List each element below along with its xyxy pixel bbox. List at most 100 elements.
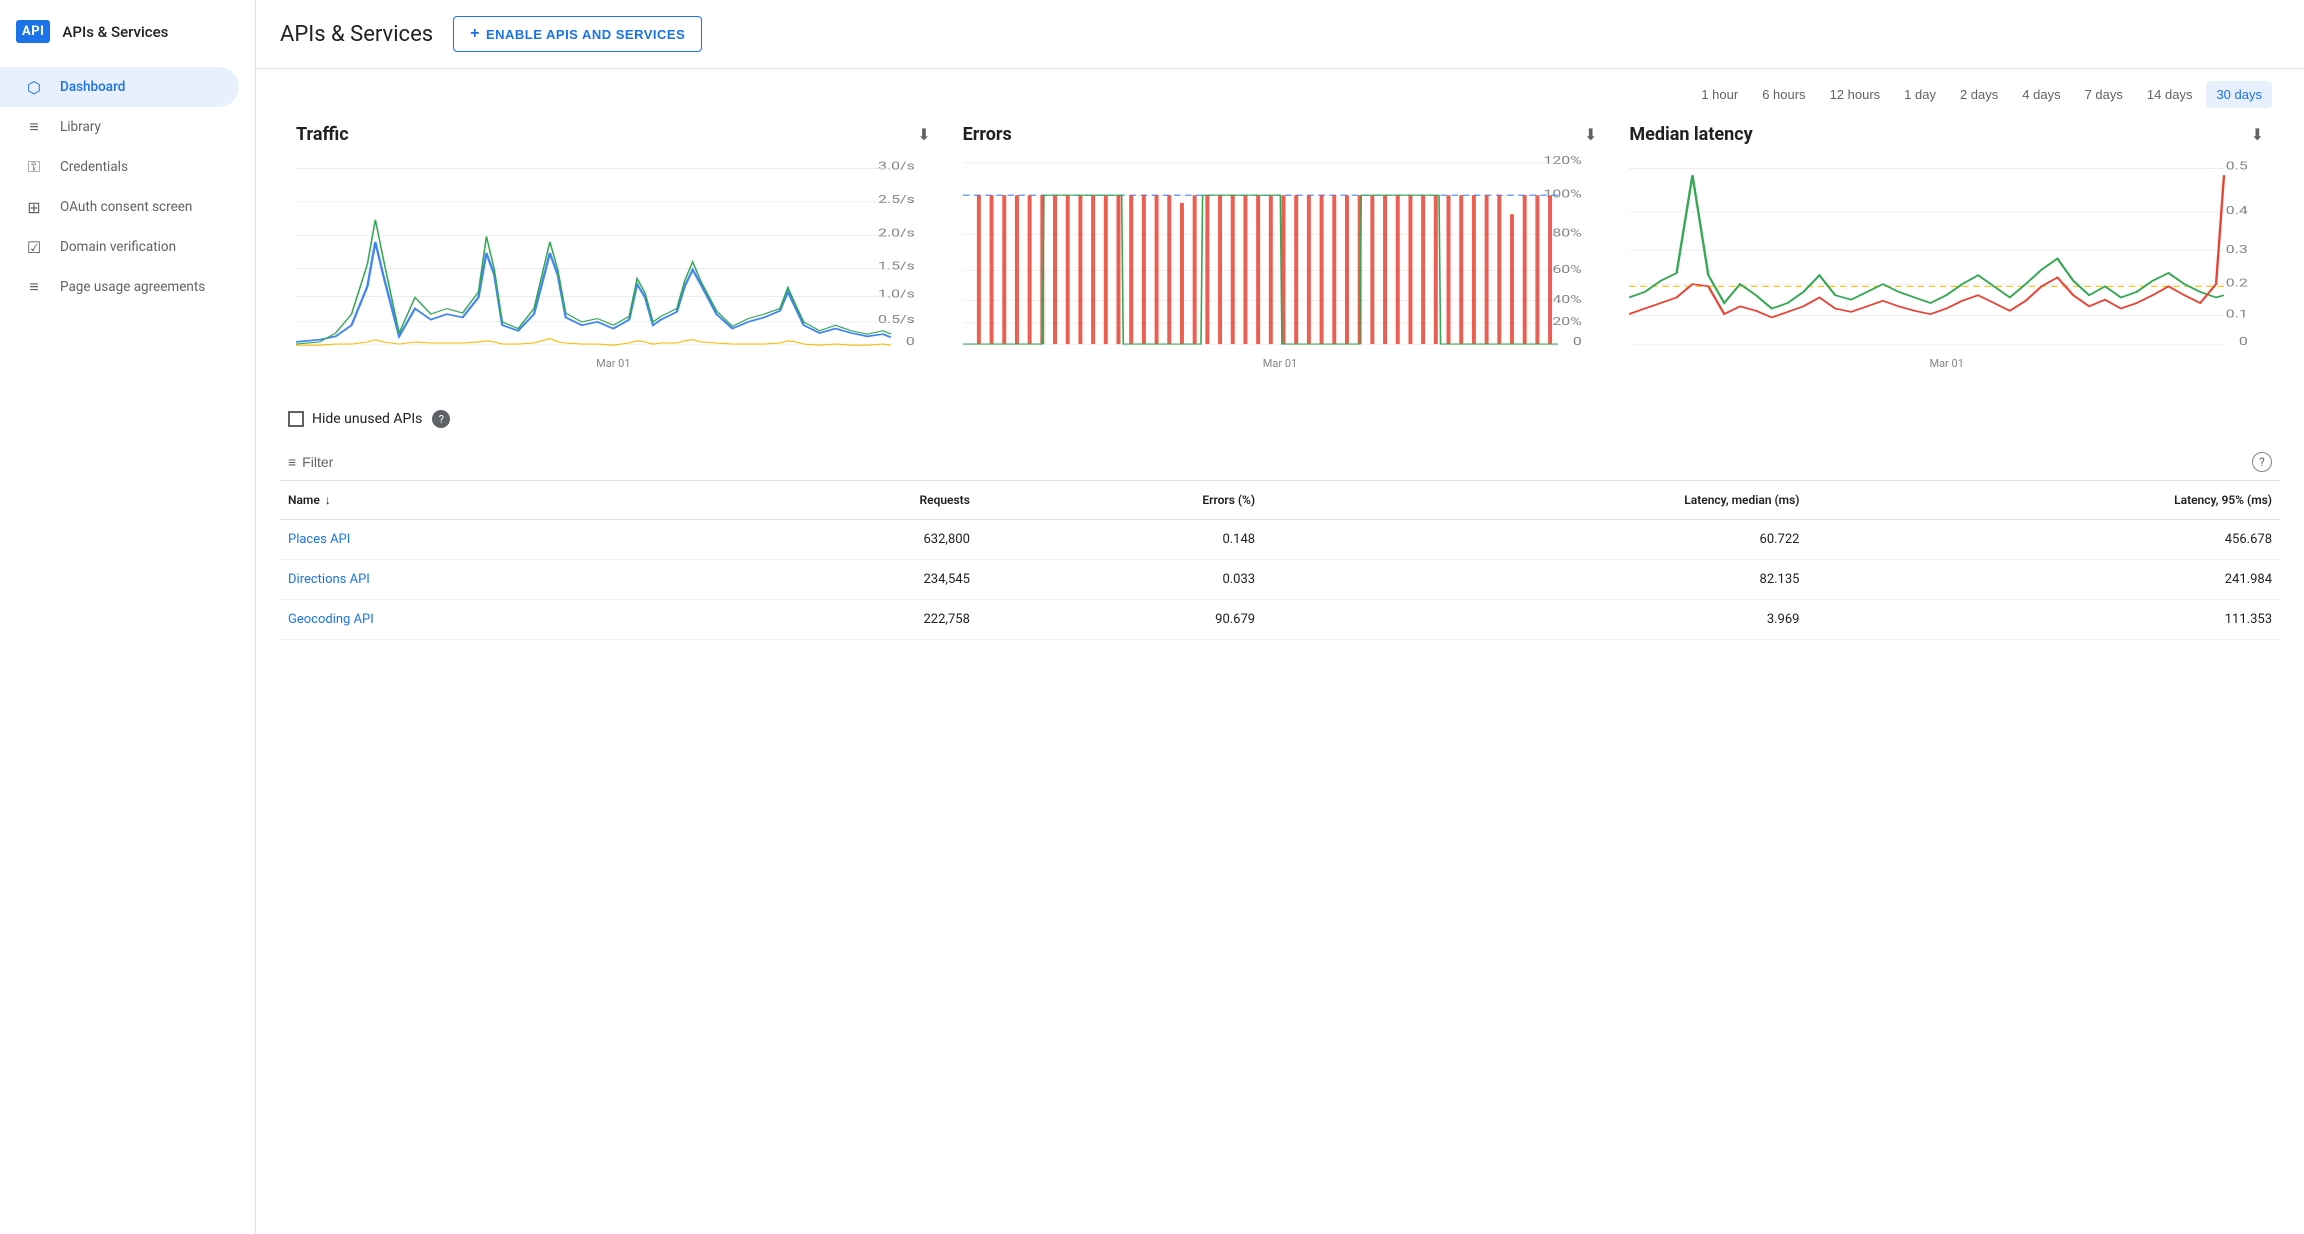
traffic-chart-svg: 3.0/s 2.5/s 2.0/s 1.5/s 1.0/s 0.5/s 0 — [296, 153, 931, 353]
api-latency-95-cell: 111.353 — [1807, 600, 2280, 640]
hide-unused-text: Hide unused APIs — [312, 411, 422, 427]
time-btn-12-hours[interactable]: 12 hours — [1820, 81, 1891, 108]
svg-text:80%: 80% — [1552, 227, 1581, 240]
time-btn-14-days[interactable]: 14 days — [2137, 81, 2203, 108]
filter-row: Hide unused APIs ? — [256, 394, 2304, 444]
hide-unused-label[interactable]: Hide unused APIs — [288, 411, 422, 427]
col-latency-median: Latency, median (ms) — [1263, 481, 1807, 520]
api-errors-cell: 90.679 — [978, 600, 1263, 640]
library-icon: ≡ — [24, 117, 44, 137]
traffic-chart-container: Traffic ⬇ 3.0/s 2.5/s 2.0/s 1.5/s 1.0/s … — [280, 116, 947, 378]
sidebar-item-oauth[interactable]: ⊞ OAuth consent screen — [0, 187, 239, 227]
latency-chart-title: Median latency — [1629, 124, 1752, 145]
table-row: Places API 632,800 0.148 60.722 456.678 — [280, 520, 2280, 560]
sidebar-item-domain[interactable]: ☑ Domain verification — [0, 227, 239, 267]
oauth-icon: ⊞ — [24, 197, 44, 217]
sidebar-label-credentials: Credentials — [60, 159, 128, 175]
api-requests-cell: 222,758 — [702, 600, 977, 640]
charts-row: Traffic ⬇ 3.0/s 2.5/s 2.0/s 1.5/s 1.0/s … — [256, 116, 2304, 394]
time-btn-1-hour[interactable]: 1 hour — [1691, 81, 1748, 108]
latency-chart-date: Mar 01 — [1629, 357, 2264, 370]
sidebar-item-library[interactable]: ≡ Library — [0, 107, 239, 147]
svg-text:1.5/s: 1.5/s — [878, 260, 915, 273]
svg-text:2.0/s: 2.0/s — [878, 227, 915, 240]
errors-chart-title: Errors — [963, 124, 1012, 145]
hide-unused-checkbox[interactable] — [288, 411, 304, 427]
traffic-chart-header: Traffic ⬇ — [296, 124, 931, 145]
sidebar-item-credentials[interactable]: ⚿ Credentials — [0, 147, 239, 187]
svg-text:0.1: 0.1 — [2226, 308, 2248, 321]
errors-download-icon[interactable]: ⬇ — [1584, 125, 1597, 144]
dashboard-icon: ⬡ — [24, 77, 44, 97]
api-name-cell[interactable]: Directions API — [280, 560, 702, 600]
errors-chart-header: Errors ⬇ — [963, 124, 1598, 145]
api-table: Name ↓ Requests Errors (%) Latency, medi… — [280, 481, 2280, 640]
svg-text:0: 0 — [2239, 335, 2248, 348]
api-latency-median-cell: 3.969 — [1263, 600, 1807, 640]
col-errors: Errors (%) — [978, 481, 1263, 520]
filter-button[interactable]: ≡ Filter — [288, 454, 333, 470]
latency-download-icon[interactable]: ⬇ — [2251, 125, 2264, 144]
svg-text:0.5/s: 0.5/s — [878, 313, 915, 326]
main-content: APIs & Services + ENABLE APIS AND SERVIC… — [256, 0, 2304, 1234]
credentials-icon: ⚿ — [24, 157, 44, 177]
api-table-section: ≡ Filter ? Name ↓ Requests Errors (%) La… — [256, 444, 2304, 664]
time-btn-7-days[interactable]: 7 days — [2075, 81, 2133, 108]
page-usage-icon: ≡ — [24, 277, 44, 297]
table-header-row: Name ↓ Requests Errors (%) Latency, medi… — [280, 481, 2280, 520]
time-btn-6-hours[interactable]: 6 hours — [1752, 81, 1815, 108]
svg-text:0: 0 — [906, 335, 915, 348]
domain-icon: ☑ — [24, 237, 44, 257]
traffic-chart-title: Traffic — [296, 124, 349, 145]
time-btn-2-days[interactable]: 2 days — [1950, 81, 2008, 108]
api-requests-cell: 234,545 — [702, 560, 977, 600]
sidebar: API APIs & Services ⬡ Dashboard ≡ Librar… — [0, 0, 256, 1234]
time-range-bar: 1 hour6 hours12 hours1 day2 days4 days7 … — [256, 69, 2304, 116]
api-latency-95-cell: 241.984 — [1807, 560, 2280, 600]
traffic-chart-area: 3.0/s 2.5/s 2.0/s 1.5/s 1.0/s 0.5/s 0 — [296, 153, 931, 353]
time-btn-30-days[interactable]: 30 days — [2206, 81, 2272, 108]
api-logo: API — [16, 20, 50, 43]
filter-label: Filter — [302, 454, 333, 470]
svg-text:20%: 20% — [1552, 315, 1581, 328]
sidebar-app-title: APIs & Services — [62, 23, 168, 41]
sidebar-item-dashboard[interactable]: ⬡ Dashboard — [0, 67, 239, 107]
table-toolbar: ≡ Filter ? — [280, 444, 2280, 481]
col-latency-95: Latency, 95% (ms) — [1807, 481, 2280, 520]
col-requests: Requests — [702, 481, 977, 520]
traffic-download-icon[interactable]: ⬇ — [917, 125, 930, 144]
svg-text:1.0/s: 1.0/s — [878, 288, 915, 301]
page-title: APIs & Services — [280, 22, 433, 47]
api-latency-95-cell: 456.678 — [1807, 520, 2280, 560]
latency-chart-container: Median latency ⬇ 0.5 0.4 0.3 0.2 0.1 0 — [1613, 116, 2280, 378]
errors-chart-container: Errors ⬇ 120% 100% 80% 60% 40% 20% 0 — [947, 116, 1614, 378]
errors-chart-date: Mar 01 — [963, 357, 1598, 370]
time-btn-1-day[interactable]: 1 day — [1894, 81, 1946, 108]
svg-text:0.5: 0.5 — [2226, 160, 2248, 173]
table-help-icon[interactable]: ? — [2252, 452, 2272, 472]
filter-icon: ≡ — [288, 454, 296, 470]
enable-apis-button[interactable]: + ENABLE APIS AND SERVICES — [453, 16, 702, 52]
api-errors-cell: 0.148 — [978, 520, 1263, 560]
api-latency-median-cell: 60.722 — [1263, 520, 1807, 560]
sidebar-label-library: Library — [60, 119, 101, 135]
svg-text:0.4: 0.4 — [2226, 204, 2248, 217]
hide-unused-help-icon[interactable]: ? — [432, 410, 450, 428]
api-name-cell[interactable]: Geocoding API — [280, 600, 702, 640]
svg-text:2.5/s: 2.5/s — [878, 193, 915, 206]
time-btn-4-days[interactable]: 4 days — [2012, 81, 2070, 108]
name-sort-icon[interactable]: ↓ — [325, 493, 331, 507]
table-row: Directions API 234,545 0.033 82.135 241.… — [280, 560, 2280, 600]
traffic-chart-date: Mar 01 — [296, 357, 931, 370]
latency-chart-header: Median latency ⬇ — [1629, 124, 2264, 145]
sidebar-label-domain: Domain verification — [60, 239, 176, 255]
errors-chart-area: 120% 100% 80% 60% 40% 20% 0 — [963, 153, 1598, 353]
latency-chart-svg: 0.5 0.4 0.3 0.2 0.1 0 — [1629, 153, 2264, 353]
sidebar-nav: ⬡ Dashboard ≡ Library ⚿ Credentials ⊞ OA… — [0, 67, 255, 1234]
sidebar-item-page-usage[interactable]: ≡ Page usage agreements — [0, 267, 239, 307]
api-errors-cell: 0.033 — [978, 560, 1263, 600]
api-name-cell[interactable]: Places API — [280, 520, 702, 560]
latency-chart-area: 0.5 0.4 0.3 0.2 0.1 0 — [1629, 153, 2264, 353]
sidebar-label-oauth: OAuth consent screen — [60, 199, 192, 215]
table-row: Geocoding API 222,758 90.679 3.969 111.3… — [280, 600, 2280, 640]
